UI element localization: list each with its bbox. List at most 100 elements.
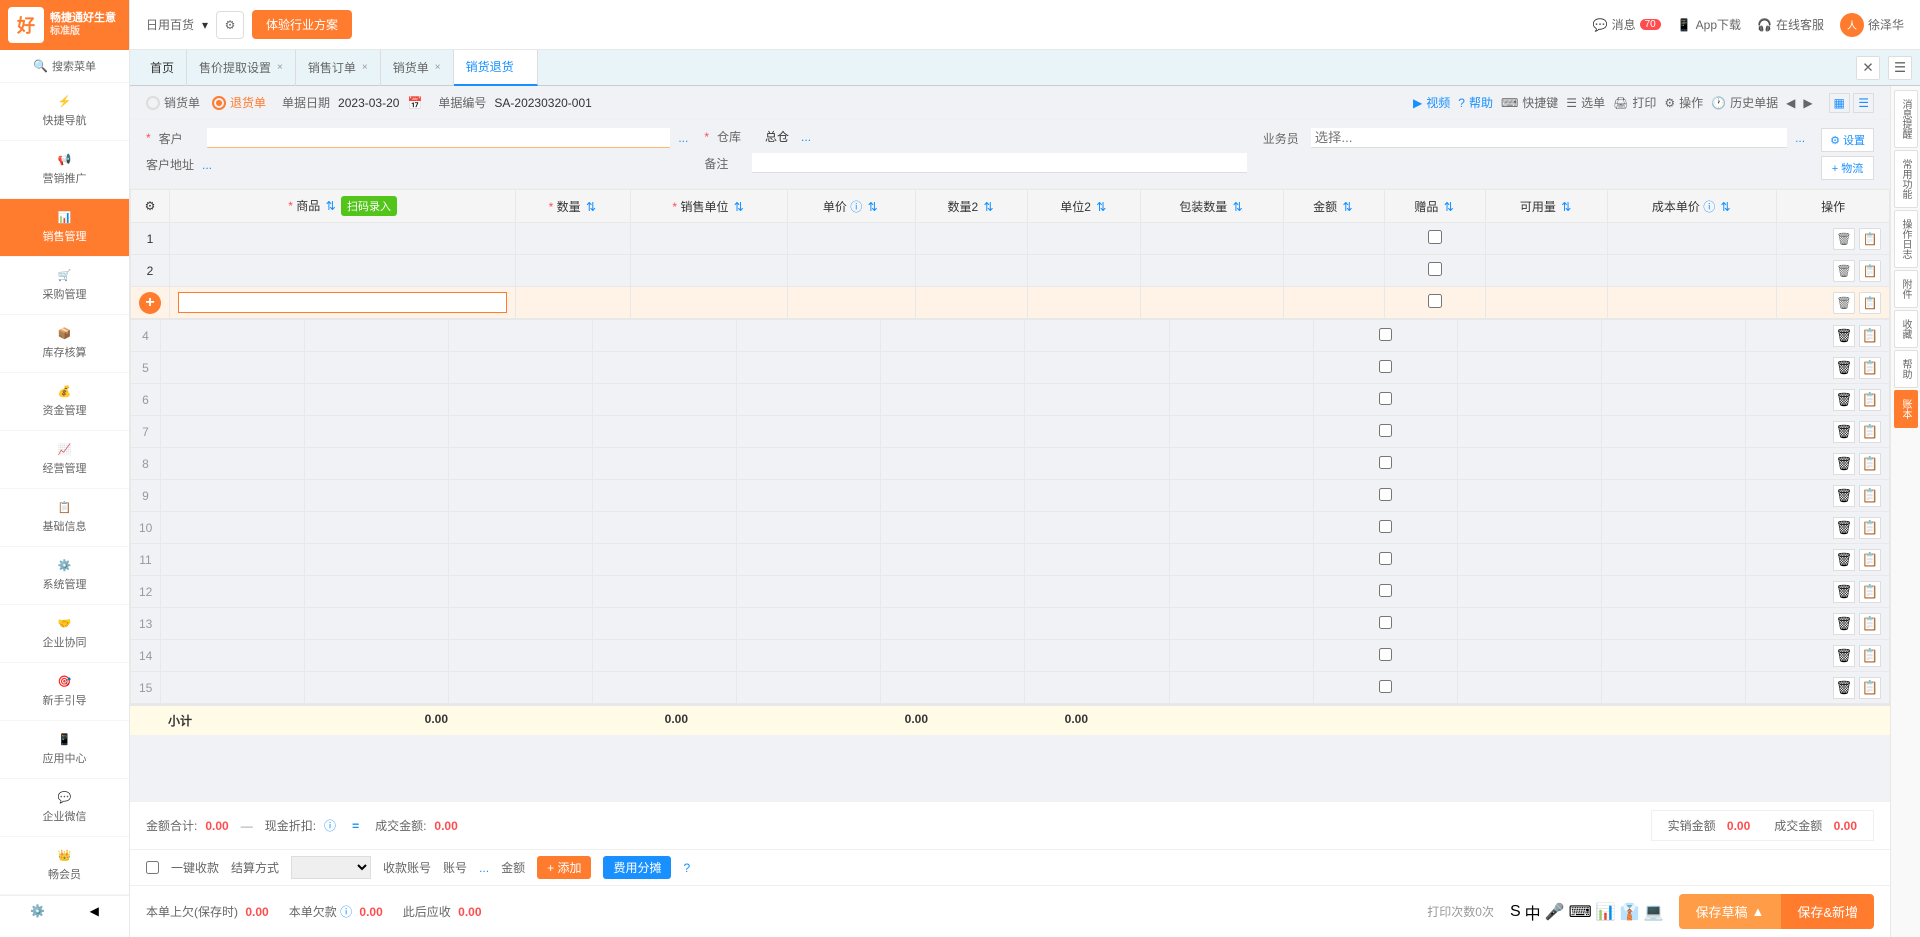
user-profile[interactable]: 人 徐泽华 bbox=[1840, 13, 1904, 37]
cost-info-icon[interactable]: ⓘ bbox=[1703, 200, 1715, 214]
operate-link[interactable]: ⚙ 操作 bbox=[1664, 94, 1703, 111]
amount-sort-icon[interactable]: ⇅ bbox=[1343, 200, 1353, 214]
right-panel-log-btn[interactable]: 操作日志 bbox=[1894, 210, 1918, 268]
copy-row-13-btn[interactable]: 📋 bbox=[1859, 613, 1881, 635]
logistics-btn[interactable]: + 物流 bbox=[1821, 156, 1874, 180]
col-settings-icon[interactable]: ⚙ bbox=[145, 199, 156, 213]
tab-close-sales-order[interactable]: × bbox=[362, 62, 368, 73]
price-sort-icon[interactable]: ⇅ bbox=[868, 200, 878, 214]
delete-row-12-btn[interactable]: 🗑 bbox=[1833, 581, 1855, 603]
quantity-sort-icon[interactable]: ⇅ bbox=[586, 200, 596, 214]
scan-button[interactable]: 扫码录入 bbox=[341, 196, 397, 216]
sidebar-item-search[interactable]: 🔍 搜索菜单 bbox=[0, 50, 129, 83]
sidebar-item-sales[interactable]: 📊 销售管理 bbox=[0, 199, 129, 257]
sidebar-item-basic-info[interactable]: 📋 基础信息 bbox=[0, 489, 129, 547]
tab-close-price-extract[interactable]: × bbox=[277, 62, 283, 73]
fee-split-btn[interactable]: 费用分摊 bbox=[603, 856, 671, 879]
help-link[interactable]: ? 帮助 bbox=[1458, 94, 1493, 111]
tab-home[interactable]: 首页 bbox=[138, 50, 187, 86]
video-link[interactable]: ▶ 视频 bbox=[1413, 94, 1450, 111]
copy-row-14-btn[interactable]: 📋 bbox=[1859, 645, 1881, 667]
gift-checkbox-3[interactable] bbox=[1428, 294, 1442, 308]
delete-row-13-btn[interactable]: 🗑 bbox=[1833, 613, 1855, 635]
gift-checkbox-6[interactable] bbox=[1379, 392, 1392, 405]
right-panel-common-btn[interactable]: 常用功能 bbox=[1894, 150, 1918, 208]
copy-row-10-btn[interactable]: 📋 bbox=[1859, 517, 1881, 539]
tab-sales-return[interactable]: 销货退货 × bbox=[454, 50, 539, 86]
pack-sort-icon[interactable]: ⇅ bbox=[1233, 200, 1243, 214]
right-panel-help-btn[interactable]: 帮助 bbox=[1894, 350, 1918, 388]
copy-row-6-btn[interactable]: 📋 bbox=[1859, 389, 1881, 411]
add-payment-btn[interactable]: + 添加 bbox=[537, 856, 591, 879]
gift-checkbox-8[interactable] bbox=[1379, 456, 1392, 469]
copy-row-8-btn[interactable]: 📋 bbox=[1859, 453, 1881, 475]
q2-sort-icon[interactable]: ⇅ bbox=[984, 200, 994, 214]
collapse-icon[interactable]: ◀ bbox=[90, 904, 99, 918]
settings-side-btn[interactable]: ⚙ 设置 bbox=[1821, 128, 1874, 152]
unit-sort-icon[interactable]: ⇅ bbox=[734, 200, 744, 214]
customer-search-btn[interactable]: ... bbox=[678, 131, 688, 145]
gift-checkbox-11[interactable] bbox=[1379, 552, 1392, 565]
tool-icon-2[interactable]: 中 bbox=[1525, 900, 1541, 924]
tool-icon-3[interactable]: 🎤 bbox=[1545, 902, 1565, 922]
delete-row-9-btn[interactable]: 🗑 bbox=[1833, 485, 1855, 507]
settlement-select[interactable] bbox=[291, 856, 371, 879]
unit2-sort-icon[interactable]: ⇅ bbox=[1096, 200, 1106, 214]
copy-row-11-btn[interactable]: 📋 bbox=[1859, 549, 1881, 571]
copy-row-12-btn[interactable]: 📋 bbox=[1859, 581, 1881, 603]
delete-row-8-btn[interactable]: 🗑 bbox=[1833, 453, 1855, 475]
tool-icon-4[interactable]: ⌨ bbox=[1569, 902, 1592, 922]
gift-checkbox-5[interactable] bbox=[1379, 360, 1392, 373]
topbar-settings-btn[interactable]: ⚙ bbox=[216, 11, 244, 39]
copy-row-15-btn[interactable]: 📋 bbox=[1859, 677, 1881, 699]
delete-row-2-btn[interactable]: 🗑 bbox=[1833, 260, 1855, 282]
app-download-btn[interactable]: 📱 App下载 bbox=[1677, 16, 1741, 33]
cost-sort-icon[interactable]: ⇅ bbox=[1721, 200, 1731, 214]
warehouse-search-btn[interactable]: ... bbox=[801, 130, 811, 144]
tab-price-extract[interactable]: 售价提取设置 × bbox=[187, 50, 296, 86]
copy-row-2-btn[interactable]: 📋 bbox=[1859, 260, 1881, 282]
sidebar-item-system[interactable]: ⚙️ 系统管理 bbox=[0, 547, 129, 605]
settings-footer-icon[interactable]: ⚙️ bbox=[30, 904, 45, 918]
gift-checkbox-10[interactable] bbox=[1379, 520, 1392, 533]
copy-row-4-btn[interactable]: 📋 bbox=[1859, 325, 1881, 347]
sidebar-item-member[interactable]: 👑 畅会员 bbox=[0, 837, 129, 895]
experience-button[interactable]: 体验行业方案 bbox=[252, 10, 352, 39]
tool-icon-5[interactable]: 📊 bbox=[1596, 902, 1616, 922]
delete-row-11-btn[interactable]: 🗑 bbox=[1833, 549, 1855, 571]
product-input-active[interactable] bbox=[178, 292, 507, 313]
copy-row-9-btn[interactable]: 📋 bbox=[1859, 485, 1881, 507]
online-service-btn[interactable]: 🎧 在线客服 bbox=[1757, 16, 1824, 33]
fee-help-icon[interactable]: ? bbox=[683, 861, 690, 875]
sidebar-item-inventory[interactable]: 📦 库存核算 bbox=[0, 315, 129, 373]
copy-row-7-btn[interactable]: 📋 bbox=[1859, 421, 1881, 443]
gift-checkbox-2[interactable] bbox=[1428, 262, 1442, 276]
radio-return[interactable]: 退货单 bbox=[212, 94, 266, 111]
select-link[interactable]: ☰ 选单 bbox=[1566, 94, 1605, 111]
one-click-payment-checkbox[interactable] bbox=[146, 861, 159, 874]
sidebar-item-guide[interactable]: 🎯 新手引导 bbox=[0, 663, 129, 721]
gift-checkbox-15[interactable] bbox=[1379, 680, 1392, 693]
debt-info-icon[interactable]: ⓘ bbox=[340, 905, 352, 919]
discount-info-icon[interactable]: ⓘ bbox=[324, 817, 336, 834]
tab-sales[interactable]: 销货单 × bbox=[381, 50, 454, 86]
sidebar-item-finance[interactable]: 💰 资金管理 bbox=[0, 373, 129, 431]
print-link[interactable]: 🖨 打印 bbox=[1613, 94, 1656, 111]
gift-checkbox-9[interactable] bbox=[1379, 488, 1392, 501]
delete-row-14-btn[interactable]: 🗑 bbox=[1833, 645, 1855, 667]
remark-input[interactable] bbox=[752, 153, 1246, 173]
next-history-btn[interactable]: ▶ bbox=[1803, 96, 1812, 110]
gift-checkbox-12[interactable] bbox=[1379, 584, 1392, 597]
right-panel-ledger-btn[interactable]: 账本 bbox=[1894, 390, 1918, 428]
available-sort-icon[interactable]: ⇅ bbox=[1561, 200, 1571, 214]
right-panel-attachment-btn[interactable]: 附件 bbox=[1894, 270, 1918, 308]
shortcut-link[interactable]: ⌨ 快捷键 bbox=[1501, 94, 1558, 111]
delete-row-6-btn[interactable]: 🗑 bbox=[1833, 389, 1855, 411]
radio-sale[interactable]: 销货单 bbox=[146, 94, 200, 111]
gift-sort-icon[interactable]: ⇅ bbox=[1444, 200, 1454, 214]
sidebar-item-quick-nav[interactable]: ⚡ 快捷导航 bbox=[0, 83, 129, 141]
sidebar-item-appstore[interactable]: 📱 应用中心 bbox=[0, 721, 129, 779]
sidebar-item-enterprise[interactable]: 🤝 企业协同 bbox=[0, 605, 129, 663]
delete-row-15-btn[interactable]: 🗑 bbox=[1833, 677, 1855, 699]
copy-row-3-btn[interactable]: 📋 bbox=[1859, 292, 1881, 314]
